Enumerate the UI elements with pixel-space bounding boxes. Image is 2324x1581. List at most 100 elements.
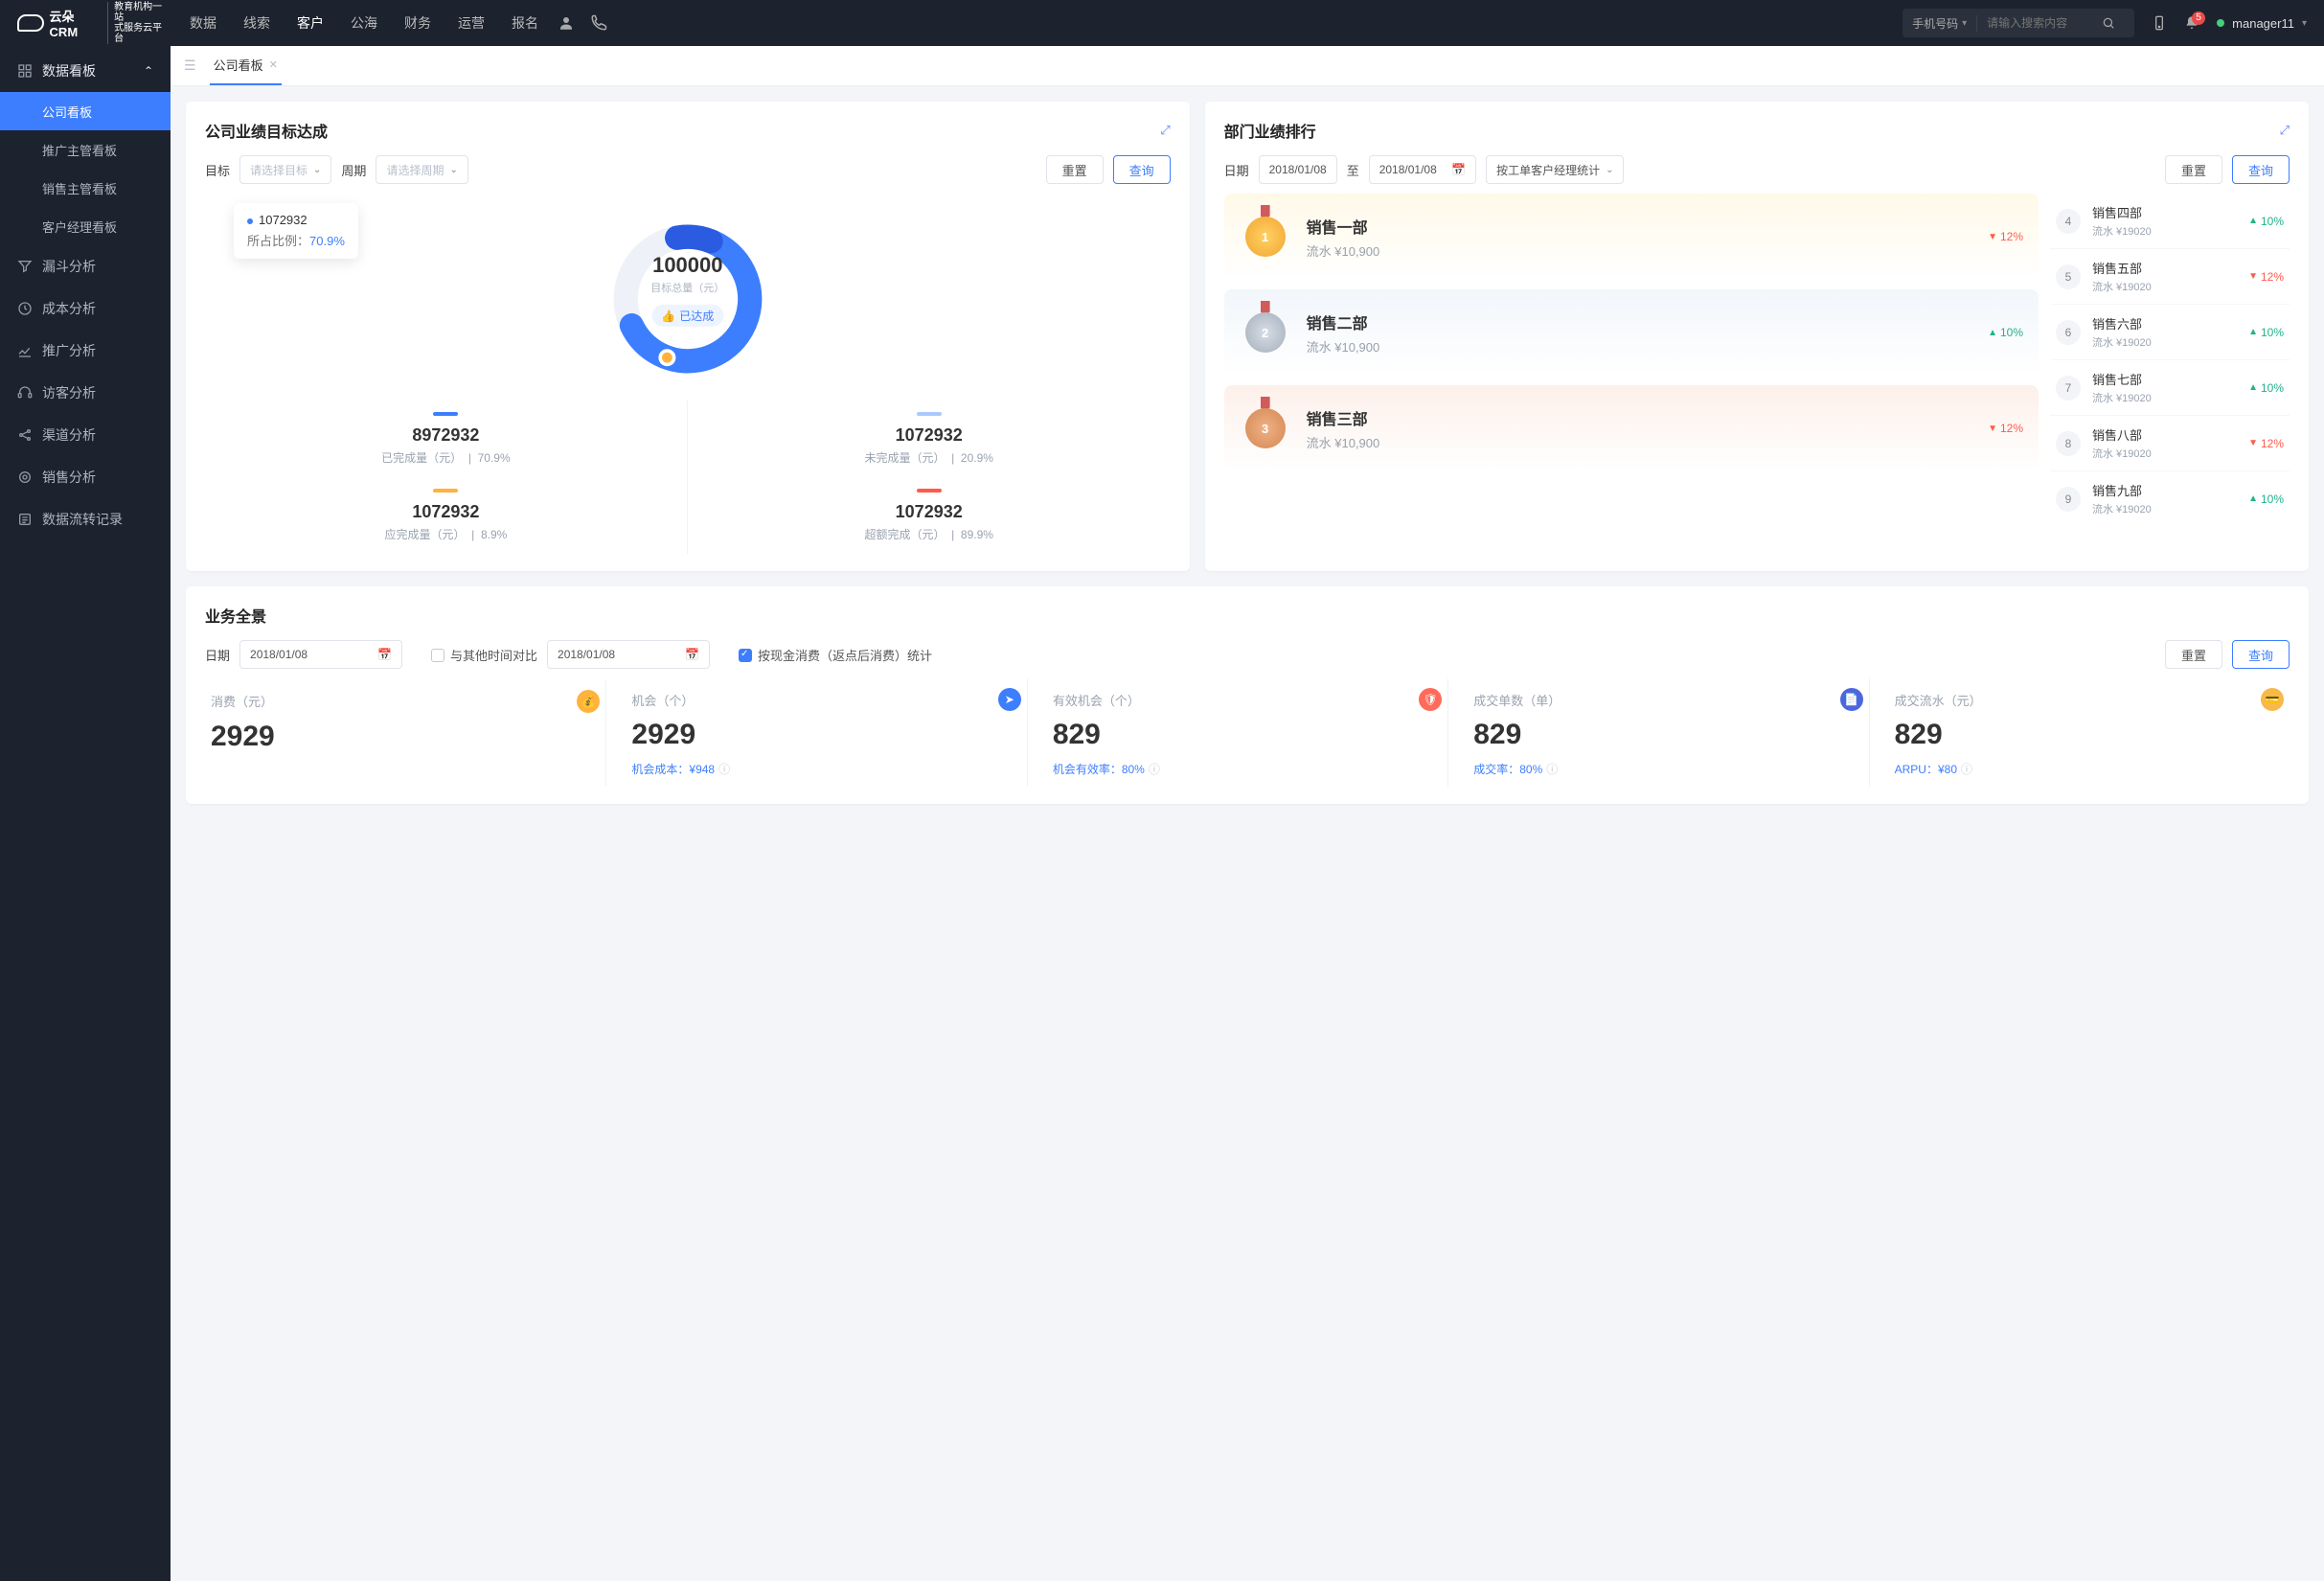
sidebar-item-promo-mgr[interactable]: 推广主管看板 [0, 130, 171, 169]
compare-checkbox[interactable]: 与其他时间对比 [431, 646, 537, 664]
sidebar-item-promo[interactable]: 推广分析 [0, 330, 171, 372]
rank-row[interactable]: 5 销售五部流水 ¥19020 ▼12% [2050, 249, 2290, 305]
nav-items: 数据 线索 客户 公海 财务 运营 报名 [190, 13, 538, 33]
metric-footer: ARPU：¥80ⓘ [1895, 761, 2284, 777]
sidebar-item-flow-log[interactable]: 数据流转记录 [0, 498, 171, 540]
target-select[interactable]: 请选择目标⌄ [239, 155, 331, 184]
sidebar-group-dashboard[interactable]: 数据看板 ⌃ [0, 50, 171, 92]
arrow-up-icon: ▲ [1988, 328, 1997, 338]
rank-row[interactable]: 8 销售八部流水 ¥19020 ▼12% [2050, 416, 2290, 471]
sidebar-item-sales-mgr[interactable]: 销售主管看板 [0, 169, 171, 207]
query-button[interactable]: 查询 [2232, 640, 2290, 669]
reset-button[interactable]: 重置 [2165, 155, 2222, 184]
tab-company-board[interactable]: 公司看板 ✕ [210, 46, 282, 85]
logo[interactable]: 云朵CRM 教育机构一站式服务云平台 [17, 2, 171, 44]
tab-bar: ☰ 公司看板 ✕ [171, 46, 2324, 86]
overview-title: 业务全景 [205, 604, 266, 627]
sidebar-item-channel[interactable]: 渠道分析 [0, 414, 171, 456]
query-button[interactable]: 查询 [2232, 155, 2290, 184]
ranking-card: 部门业绩排行 ⤢ 日期 2018/01/08 至 2018/01/08 📅 按工… [1205, 102, 2309, 571]
nav-finance[interactable]: 财务 [404, 13, 431, 33]
user-icon[interactable] [558, 14, 575, 32]
rank-row[interactable]: 7 销售七部流水 ¥19020 ▲10% [2050, 360, 2290, 416]
sidebar-item-funnel[interactable]: 漏斗分析 [0, 245, 171, 287]
search-input[interactable] [1977, 16, 2102, 30]
nav-signup[interactable]: 报名 [512, 13, 538, 33]
sidebar-item-visitor[interactable]: 访客分析 [0, 372, 171, 414]
help-icon[interactable]: ⓘ [718, 763, 730, 776]
period-select[interactable]: 请选择周期⌄ [376, 155, 467, 184]
nav-pool[interactable]: 公海 [351, 13, 377, 33]
metric-value: 2929 [211, 721, 600, 753]
arrow-down-icon: ▼ [2248, 438, 2258, 448]
nav-leads[interactable]: 线索 [243, 13, 270, 33]
cash-checkbox[interactable]: 按现金消费（返点后消费）统计 [739, 646, 932, 664]
metric-label: 成交单数（单） [1473, 691, 1561, 709]
phone-icon[interactable] [590, 14, 607, 32]
sidebar-item-company[interactable]: 公司看板 [0, 92, 171, 130]
user-menu[interactable]: manager11 ▾ [2217, 16, 2307, 31]
sidebar-item-acct-mgr[interactable]: 客户经理看板 [0, 207, 171, 245]
expand-icon[interactable]: ⤢ [2280, 123, 2290, 138]
achieved-badge: 👍已达成 [651, 305, 723, 327]
reset-button[interactable]: 重置 [1046, 155, 1104, 184]
arrow-down-icon: ▼ [1988, 424, 1997, 434]
rank-row[interactable]: 9 销售九部流水 ¥19020 ▲10% [2050, 471, 2290, 526]
overview-date-input[interactable]: 2018/01/08📅 [239, 640, 402, 669]
funnel-icon [17, 259, 33, 274]
donut-chart: 1072932 所占比例：70.9% 100000 目标总量（元） 👍已达成 [205, 194, 1171, 395]
query-button[interactable]: 查询 [1113, 155, 1171, 184]
arrow-down-icon: ▼ [1988, 232, 1997, 242]
calendar-icon: 📅 [377, 648, 392, 661]
donut-label: 目标总量（元） [650, 280, 724, 295]
chart-tooltip: 1072932 所占比例：70.9% [234, 203, 358, 259]
expand-icon[interactable]: ⤢ [1160, 123, 1170, 138]
help-icon[interactable]: ⓘ [1961, 763, 1972, 776]
reset-button[interactable]: 重置 [2165, 640, 2222, 669]
delta-down: ▼12% [1988, 422, 2023, 435]
sidebar-item-cost[interactable]: 成本分析 [0, 287, 171, 330]
metric-card: 机会（个） ➤ 2929 机会成本：¥948ⓘ [626, 678, 1027, 787]
rank-number: 9 [2056, 487, 2081, 512]
sidebar-item-sales[interactable]: 销售分析 [0, 456, 171, 498]
rank-row[interactable]: 4 销售四部流水 ¥19020 ▲10% [2050, 194, 2290, 249]
rank-number: 7 [2056, 376, 2081, 401]
delta-down: ▼12% [2248, 437, 2284, 450]
calendar-icon: 📅 [685, 648, 699, 661]
compare-date-input[interactable]: 2018/01/08📅 [547, 640, 710, 669]
search-button[interactable] [2102, 16, 2134, 30]
rank-row-2[interactable]: 2 销售二部流水 ¥10,900 ▲10% [1224, 289, 2039, 376]
rank-row[interactable]: 6 销售六部流水 ¥19020 ▲10% [2050, 305, 2290, 360]
delta-up: ▲10% [2248, 326, 2284, 339]
menu-icon[interactable]: ☰ [184, 57, 196, 74]
nav-data[interactable]: 数据 [190, 13, 216, 33]
help-icon[interactable]: ⓘ [1546, 763, 1558, 776]
nav-ops[interactable]: 运营 [458, 13, 485, 33]
overview-card: 业务全景 日期 2018/01/08📅 与其他时间对比 2018/01/08📅 … [186, 586, 2309, 804]
search-box: 手机号码▾ [1902, 9, 2134, 37]
top3-list: 1 销售一部流水 ¥10,900 ▼12% 2 销售二部流水 ¥10,900 ▲… [1224, 194, 2039, 526]
date-to-input[interactable]: 2018/01/08 📅 [1369, 155, 1476, 184]
metric-icon: 💰 [577, 690, 600, 713]
search-category[interactable]: 手机号码▾ [1902, 15, 1977, 32]
date-from-input[interactable]: 2018/01/08 [1259, 155, 1337, 184]
brand-name: 云朵CRM [50, 7, 103, 39]
metric-card: 消费（元） 💰 2929 [205, 680, 606, 786]
chevron-up-icon: ⌃ [144, 64, 153, 78]
tab-close-icon[interactable]: ✕ [269, 58, 278, 71]
help-icon[interactable]: ⓘ [1149, 763, 1160, 776]
rank-row-1[interactable]: 1 销售一部流水 ¥10,900 ▼12% [1224, 194, 2039, 280]
metric-value: 829 [1473, 719, 1862, 751]
metric-footer: 机会有效率：80%ⓘ [1053, 761, 1442, 777]
clock-icon [17, 301, 33, 316]
mobile-icon[interactable] [2152, 15, 2167, 31]
nav-customers[interactable]: 客户 [297, 13, 324, 33]
metric-footer: 成交率：80%ⓘ [1473, 761, 1862, 777]
sidebar: 数据看板 ⌃ 公司看板 推广主管看板 销售主管看板 客户经理看板 漏斗分析 成本… [0, 46, 171, 1581]
mode-select[interactable]: 按工单客户经理统计⌄ [1486, 155, 1624, 184]
bell-icon[interactable]: 5 [2184, 15, 2199, 31]
rank-row-3[interactable]: 3 销售三部流水 ¥10,900 ▼12% [1224, 385, 2039, 471]
main: ☰ 公司看板 ✕ 公司业绩目标达成 ⤢ 目标 请选择目标⌄ 周期 请选择周期⌄ [171, 46, 2324, 1581]
notif-badge: 5 [2192, 11, 2205, 25]
metric-label: 消费（元） [211, 692, 273, 710]
